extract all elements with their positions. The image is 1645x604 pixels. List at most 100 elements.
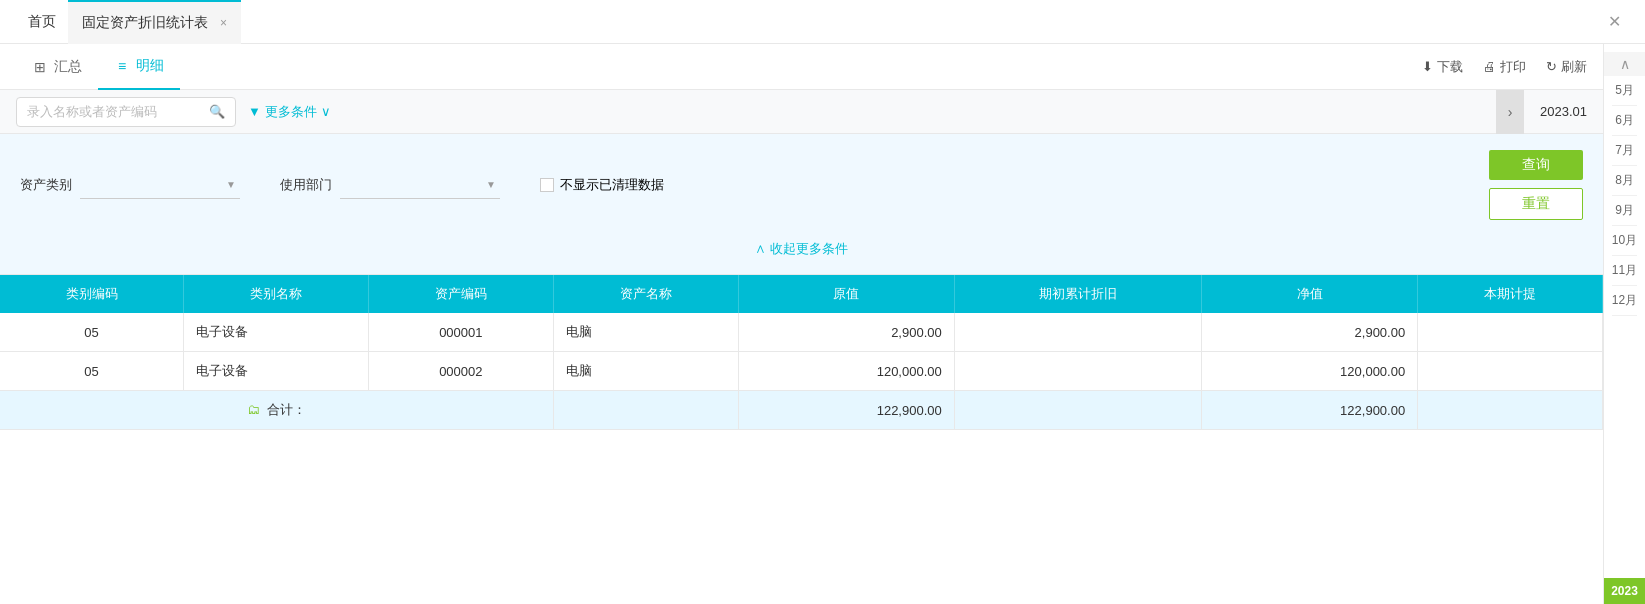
sidebar-month-item[interactable]: 7月 <box>1612 136 1637 166</box>
col-original-value: 原值 <box>738 275 954 313</box>
sidebar-month-item[interactable]: 8月 <box>1612 166 1637 196</box>
download-label: 下载 <box>1437 58 1463 76</box>
total-net-value: 122,900.00 <box>1201 391 1417 430</box>
sidebar-nav-up[interactable]: ∧ <box>1604 52 1645 76</box>
cell-category-code: 05 <box>0 352 184 391</box>
total-asset-name <box>553 391 738 430</box>
cell-original-value: 2,900.00 <box>738 313 954 352</box>
cell-asset-code: 000001 <box>368 313 553 352</box>
cell-asset-name: 电脑 <box>553 352 738 391</box>
col-current-depreciation: 本期计提 <box>1418 275 1603 313</box>
asset-category-label: 资产类别 <box>20 176 72 194</box>
sidebar-month-item[interactable]: 6月 <box>1612 106 1637 136</box>
main-panel: ⊞ 汇总 ≡ 明细 ⬇ 下载 🖨 打印 ↻ 刷新 <box>0 44 1603 604</box>
sidebar-months: 5月6月7月8月9月10月11月12月 <box>1612 76 1637 316</box>
search-placeholder: 录入名称或者资产编码 <box>27 103 157 121</box>
sidebar-month-item[interactable]: 11月 <box>1612 256 1637 286</box>
cell-accumulated-depreciation <box>954 313 1201 352</box>
sidebar-year[interactable]: 2023 <box>1604 578 1645 604</box>
tab-summary[interactable]: ⊞ 汇总 <box>16 44 98 90</box>
refresh-label: 刷新 <box>1561 58 1587 76</box>
sidebar-month-item[interactable]: 12月 <box>1612 286 1637 316</box>
top-nav: 首页 固定资产折旧统计表 × ✕ <box>0 0 1645 44</box>
toolbar-right: ⬇ 下载 🖨 打印 ↻ 刷新 <box>1422 58 1587 76</box>
total-accumulated-depreciation <box>954 391 1201 430</box>
cell-current-depreciation <box>1418 352 1603 391</box>
cell-category-name: 电子设备 <box>184 352 369 391</box>
col-category-code: 类别编码 <box>0 275 184 313</box>
summary-icon: ⊞ <box>32 59 48 75</box>
print-button[interactable]: 🖨 打印 <box>1483 58 1526 76</box>
cell-category-code: 05 <box>0 313 184 352</box>
collapse-button[interactable]: ∧ 收起更多条件 <box>20 232 1583 266</box>
asset-category-select[interactable]: ▼ <box>80 171 240 199</box>
total-label-cell: 🗂 合计： <box>0 391 553 430</box>
col-category-name: 类别名称 <box>184 275 369 313</box>
tab-close-icon[interactable]: × <box>220 16 227 30</box>
more-conditions-button[interactable]: ▼ 更多条件 ∨ <box>248 103 331 121</box>
department-filter: 使用部门 ▼ <box>280 171 500 199</box>
filter-icon: ▼ <box>248 104 261 119</box>
print-label: 打印 <box>1500 58 1526 76</box>
right-sidebar: ∧ 5月6月7月8月9月10月11月12月 2023 <box>1603 44 1645 604</box>
date-display: 2023.01 <box>1540 104 1587 119</box>
col-asset-code: 资产编码 <box>368 275 553 313</box>
refresh-button[interactable]: ↻ 刷新 <box>1546 58 1587 76</box>
table-row[interactable]: 05 电子设备 000002 电脑 120,000.00 120,000.00 <box>0 352 1603 391</box>
filter-area: 资产类别 ▼ 使用部门 ▼ 不显示已清理数据 <box>0 134 1603 275</box>
print-icon: 🖨 <box>1483 59 1496 74</box>
nav-arrow-button[interactable]: › <box>1496 90 1524 134</box>
download-button[interactable]: ⬇ 下载 <box>1422 58 1463 76</box>
tab-detail[interactable]: ≡ 明细 <box>98 44 180 90</box>
cell-original-value: 120,000.00 <box>738 352 954 391</box>
tabs-row: ⊞ 汇总 ≡ 明细 ⬇ 下载 🖨 打印 ↻ 刷新 <box>0 44 1603 90</box>
col-net-value: 净值 <box>1201 275 1417 313</box>
window-close-button[interactable]: ✕ <box>1600 12 1629 31</box>
tab-title: 固定资产折旧统计表 <box>82 14 208 32</box>
cell-net-value: 120,000.00 <box>1201 352 1417 391</box>
tab-summary-label: 汇总 <box>54 58 82 76</box>
chevron-down-icon: ∨ <box>321 104 331 119</box>
cell-asset-code: 000002 <box>368 352 553 391</box>
asset-category-filter: 资产类别 ▼ <box>20 171 240 199</box>
department-label: 使用部门 <box>280 176 332 194</box>
sidebar-month-item[interactable]: 10月 <box>1612 226 1637 256</box>
table-row[interactable]: 05 电子设备 000001 电脑 2,900.00 2,900.00 <box>0 313 1603 352</box>
col-asset-name: 资产名称 <box>553 275 738 313</box>
total-original-value: 122,900.00 <box>738 391 954 430</box>
content-area: ⊞ 汇总 ≡ 明细 ⬇ 下载 🖨 打印 ↻ 刷新 <box>0 44 1645 604</box>
reset-button[interactable]: 重置 <box>1489 188 1583 220</box>
home-tab[interactable]: 首页 <box>16 0 68 44</box>
search-icon: 🔍 <box>209 104 225 119</box>
data-table: 类别编码 类别名称 资产编码 资产名称 原值 期初累计折旧 净值 本期计提 05… <box>0 275 1603 430</box>
search-bar: 录入名称或者资产编码 🔍 ▼ 更多条件 ∨ › 2023.01 <box>0 90 1603 134</box>
query-button[interactable]: 查询 <box>1489 150 1583 180</box>
cell-net-value: 2,900.00 <box>1201 313 1417 352</box>
tab-detail-label: 明细 <box>136 57 164 75</box>
no-cleared-label: 不显示已清理数据 <box>560 176 664 194</box>
department-select[interactable]: ▼ <box>340 171 500 199</box>
table-header-row: 类别编码 类别名称 资产编码 资产名称 原值 期初累计折旧 净值 本期计提 <box>0 275 1603 313</box>
sidebar-month-item[interactable]: 5月 <box>1612 76 1637 106</box>
total-row: 🗂 合计： 122,900.00 122,900.00 <box>0 391 1603 430</box>
sidebar-month-item[interactable]: 9月 <box>1612 196 1637 226</box>
checkbox-box <box>540 178 554 192</box>
cell-asset-name: 电脑 <box>553 313 738 352</box>
no-cleared-checkbox[interactable]: 不显示已清理数据 <box>540 176 664 194</box>
cell-category-name: 电子设备 <box>184 313 369 352</box>
refresh-icon: ↻ <box>1546 59 1557 74</box>
cell-current-depreciation <box>1418 313 1603 352</box>
more-conditions-label: 更多条件 <box>265 103 317 121</box>
search-input-wrapper[interactable]: 录入名称或者资产编码 🔍 <box>16 97 236 127</box>
department-arrow: ▼ <box>486 179 496 190</box>
table-container: 类别编码 类别名称 资产编码 资产名称 原值 期初累计折旧 净值 本期计提 05… <box>0 275 1603 604</box>
filter-buttons: 查询 重置 <box>1489 150 1583 220</box>
asset-category-arrow: ▼ <box>226 179 236 190</box>
cell-accumulated-depreciation <box>954 352 1201 391</box>
total-label: 合计： <box>267 402 306 417</box>
download-icon: ⬇ <box>1422 59 1433 74</box>
filter-row: 资产类别 ▼ 使用部门 ▼ 不显示已清理数据 <box>20 150 1583 220</box>
total-current-depreciation <box>1418 391 1603 430</box>
active-tab[interactable]: 固定资产折旧统计表 × <box>68 0 241 44</box>
total-icon: 🗂 <box>247 402 260 417</box>
